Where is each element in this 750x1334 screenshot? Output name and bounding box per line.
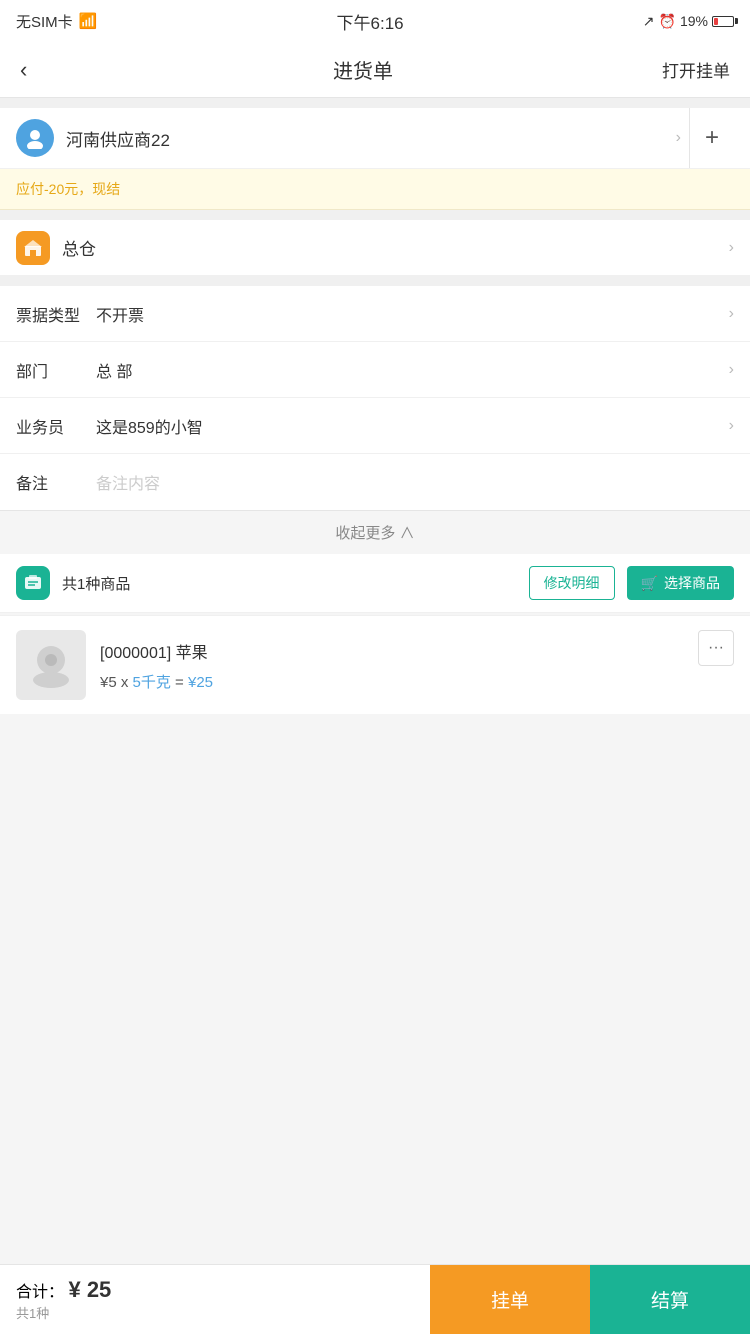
department-row[interactable]: 部门 总 部 › [0, 342, 750, 398]
bottom-bar: 合计： ¥ 25 共1种 挂单 结算 [0, 1264, 750, 1334]
alarm-icon: ⏰ [659, 13, 676, 30]
products-icon [16, 566, 50, 600]
battery-icon [712, 16, 734, 27]
chevron-right-dept: › [729, 361, 734, 379]
notes-row: 备注 备注内容 [0, 454, 750, 510]
supplier-section: 河南供应商22 › + [0, 108, 750, 169]
edit-detail-button[interactable]: 修改明细 [529, 566, 615, 600]
notes-input[interactable]: 备注内容 [96, 470, 734, 494]
back-button[interactable]: ‹ [20, 57, 64, 83]
dept-value: 总 部 [96, 358, 729, 382]
warehouse-row[interactable]: 总仓 › [0, 220, 750, 276]
battery-pct: 19% [680, 13, 708, 29]
divider-1 [0, 98, 750, 108]
supplier-avatar [16, 119, 54, 157]
product-info: [0000001] 苹果 ¥5 x 5千克 = ¥25 [100, 639, 698, 692]
notice-bar: 应付-20元，现结 [0, 169, 750, 210]
sales-value: 这是859的小智 [96, 414, 729, 438]
supplier-name: 河南供应商22 [66, 126, 676, 151]
cart-icon: 🛒 [641, 575, 658, 592]
form-section: 票据类型 不开票 › 部门 总 部 › 业务员 这是859的小智 › 备注 备注… [0, 286, 750, 510]
divider-3 [0, 276, 750, 286]
wifi-icon: 📶 [79, 12, 98, 30]
total-label: 合计： [16, 1284, 64, 1301]
product-title: 苹果 [176, 645, 208, 662]
products-header: 共1种商品 修改明细 🛒 选择商品 [0, 554, 750, 613]
sales-label: 业务员 [16, 414, 96, 438]
product-code: [0000001] [100, 645, 171, 662]
total-amount: ¥ 25 [68, 1277, 111, 1302]
collapse-label: 收起更多 ∧ [335, 522, 414, 543]
hang-order-button[interactable]: 挂单 [430, 1265, 590, 1334]
product-name: [0000001] 苹果 [100, 639, 698, 663]
warehouse-icon [16, 231, 50, 265]
multiply-sign: x [121, 674, 133, 691]
open-hang-button[interactable]: 打开挂单 [662, 57, 730, 82]
product-more-button[interactable]: ··· [698, 630, 734, 666]
product-qty: 5千克 [133, 674, 171, 691]
status-bar: 无SIM卡 📶 下午6:16 ↗ ⏰ 19% [0, 0, 750, 42]
add-supplier-button[interactable]: + [690, 108, 734, 168]
chevron-right-icon-warehouse: › [729, 239, 734, 257]
equals-sign: = [175, 674, 188, 691]
supplier-row[interactable]: 河南供应商22 › [16, 108, 690, 168]
total-count: 共1种 [16, 1303, 414, 1322]
invoice-type-row[interactable]: 票据类型 不开票 › [0, 286, 750, 342]
notes-label: 备注 [16, 470, 96, 494]
invoice-label: 票据类型 [16, 302, 96, 326]
total-line: 合计： ¥ 25 [16, 1277, 414, 1303]
dept-label: 部门 [16, 358, 96, 382]
checkout-button[interactable]: 结算 [590, 1265, 750, 1334]
select-product-button[interactable]: 🛒 选择商品 [627, 566, 734, 600]
unit-price: ¥5 [100, 674, 117, 691]
chevron-right-invoice: › [729, 305, 734, 323]
status-left: 无SIM卡 📶 [16, 11, 97, 32]
product-count-text: 共1种商品 [62, 573, 517, 594]
sales-row[interactable]: 业务员 这是859的小智 › [0, 398, 750, 454]
nav-bar: ‹ 进货单 打开挂单 [0, 42, 750, 98]
status-right: ↗ ⏰ 19% [643, 13, 734, 30]
page-title: 进货单 [333, 55, 393, 84]
carrier-text: 无SIM卡 [16, 11, 73, 32]
bottom-spacer [0, 714, 750, 794]
status-time: 下午6:16 [337, 9, 404, 34]
product-item: [0000001] 苹果 ¥5 x 5千克 = ¥25 ··· [0, 615, 750, 714]
product-total: ¥25 [188, 674, 213, 691]
location-icon: ↗ [643, 13, 655, 30]
chevron-right-icon: › [676, 129, 681, 147]
product-thumbnail [16, 630, 86, 700]
select-btn-label: 选择商品 [664, 573, 720, 593]
total-section: 合计： ¥ 25 共1种 [0, 1277, 430, 1322]
chevron-right-sales: › [729, 417, 734, 435]
invoice-value: 不开票 [96, 302, 729, 326]
divider-2 [0, 210, 750, 220]
warehouse-name: 总仓 [62, 235, 729, 260]
product-price: ¥5 x 5千克 = ¥25 [100, 671, 698, 692]
collapse-bar[interactable]: 收起更多 ∧ [0, 510, 750, 554]
